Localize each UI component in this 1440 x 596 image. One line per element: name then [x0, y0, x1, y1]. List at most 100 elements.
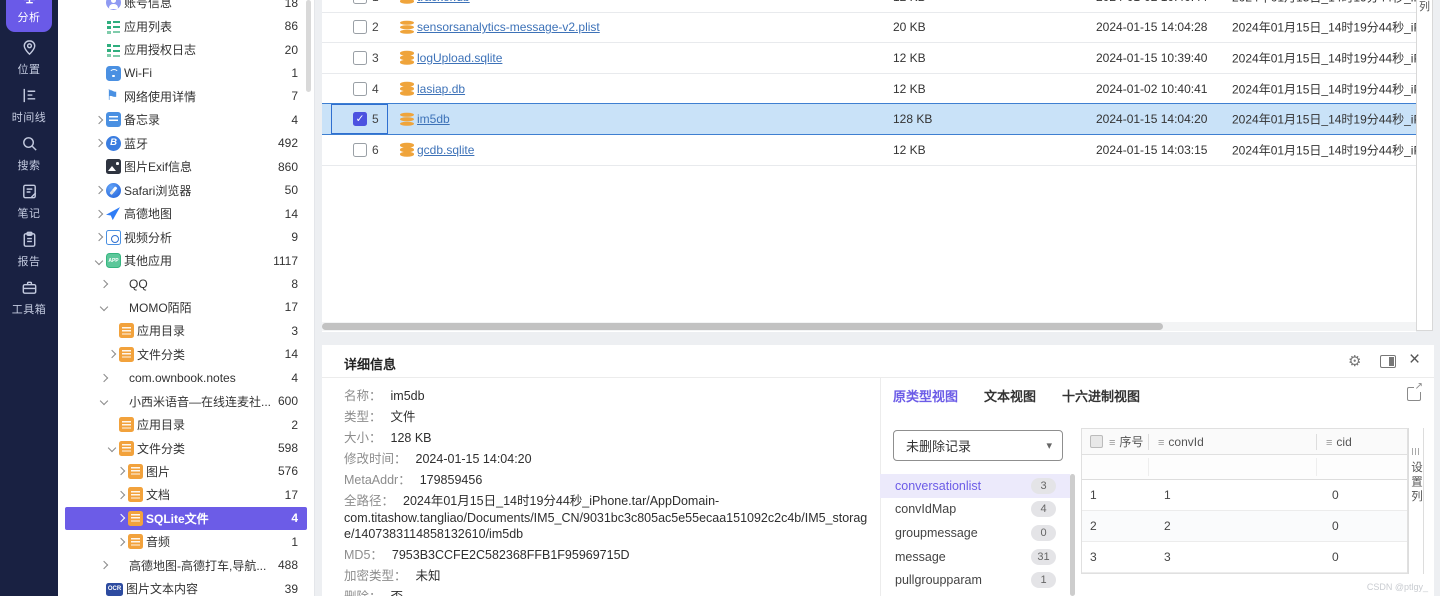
tree-item[interactable]: 图片文本内容 39 — [65, 577, 307, 596]
row-checkbox[interactable] — [353, 112, 367, 127]
column-settings-tab[interactable]: 设置列 — [1408, 428, 1424, 574]
viewer-tab[interactable]: 文本视图 — [984, 386, 1036, 405]
tree-item[interactable]: 图片 576 — [65, 460, 307, 483]
tree-item[interactable]: QQ 8 — [65, 272, 307, 295]
tree-item[interactable]: MOMO陌陌 17 — [65, 296, 307, 319]
file-link[interactable]: lasiap.db — [417, 82, 465, 96]
expand-arrow-icon[interactable] — [107, 420, 117, 430]
table-list-item[interactable]: groupmessage 0 — [880, 521, 1070, 545]
row-checkbox[interactable] — [353, 20, 367, 35]
expand-arrow-icon[interactable] — [94, 162, 104, 172]
expand-arrow-icon[interactable] — [94, 185, 104, 195]
expand-arrow-icon[interactable] — [94, 45, 104, 55]
expand-arrow-icon[interactable] — [99, 279, 109, 289]
file-row[interactable]: 4 lasiap.db 12 KB 2024-01-02 10:40:41 20… — [322, 74, 1416, 105]
tree-item[interactable]: SQLite文件 4 — [65, 506, 307, 531]
file-row[interactable]: 3 logUpload.sqlite 12 KB 2024-01-15 10:3… — [322, 43, 1416, 74]
sidebar-item-location[interactable]: 位置 — [0, 38, 58, 77]
expand-arrow-icon[interactable] — [94, 21, 104, 31]
expand-arrow-icon[interactable] — [116, 537, 126, 547]
expand-arrow-icon[interactable] — [99, 396, 109, 406]
expand-arrow-icon[interactable] — [94, 138, 104, 148]
expand-arrow-icon[interactable] — [107, 443, 117, 453]
file-link[interactable]: im5db — [417, 112, 450, 126]
grid-column-header[interactable]: ≡ cid — [1326, 429, 1352, 455]
panel-layout-icon[interactable] — [1380, 355, 1396, 368]
file-row[interactable]: 2 sensorsanalytics-message-v2.plist 20 K… — [322, 13, 1416, 44]
tree-item[interactable]: 应用列表 86 — [65, 14, 307, 37]
grid-row[interactable]: 2 2 0 — [1082, 511, 1407, 542]
tree-item[interactable]: 应用目录 3 — [65, 319, 307, 342]
grid-filter-row[interactable] — [1082, 455, 1407, 480]
sidebar-item-timeline[interactable]: 时间线 — [0, 86, 58, 125]
row-checkbox[interactable] — [353, 81, 367, 96]
viewer-tab[interactable]: 原类型视图 — [893, 386, 958, 405]
sidebar-item-notes[interactable]: 笔记 — [0, 182, 58, 221]
expand-arrow-icon[interactable] — [99, 560, 109, 570]
row-checkbox[interactable] — [353, 142, 367, 157]
expand-arrow-icon[interactable] — [94, 232, 104, 242]
tree-item[interactable]: 备忘录 4 — [65, 108, 307, 131]
sidebar-item-report[interactable]: 报告 — [0, 230, 58, 269]
expand-arrow-icon[interactable] — [107, 349, 117, 359]
expand-arrow-icon[interactable] — [99, 373, 109, 383]
expand-arrow-icon[interactable] — [94, 209, 104, 219]
table-list-item[interactable]: conversationlist 3 — [880, 474, 1070, 498]
tree-item[interactable]: 账号信息 18 — [65, 0, 307, 14]
open-external-icon[interactable]: ↗ — [1407, 381, 1424, 401]
expand-arrow-icon[interactable] — [94, 91, 104, 101]
expand-arrow-icon[interactable] — [116, 466, 126, 476]
expand-arrow-icon[interactable] — [94, 68, 104, 78]
expand-arrow-icon[interactable] — [94, 0, 104, 8]
file-link[interactable]: gcdb.sqlite — [417, 143, 474, 157]
tree-item[interactable]: 高德地图 14 — [65, 202, 307, 225]
tree-item[interactable]: 文档 17 — [65, 483, 307, 506]
table-list-item[interactable]: convIdMap 4 — [880, 498, 1070, 522]
tree-item[interactable]: Safari浏览器 50 — [65, 179, 307, 202]
tree-item[interactable]: 其他应用 1117 — [65, 249, 307, 272]
viewer-tab[interactable]: 十六进制视图 — [1062, 386, 1140, 405]
horizontal-scrollbar-thumb[interactable] — [322, 323, 1163, 330]
record-filter-dropdown[interactable]: 未删除记录 ▾ — [893, 430, 1063, 461]
expand-arrow-icon[interactable] — [94, 115, 104, 125]
file-link[interactable]: tracker.db — [417, 0, 470, 4]
tree-scrollbar[interactable] — [306, 0, 311, 92]
select-all-checkbox[interactable] — [1090, 435, 1103, 448]
file-link[interactable]: sensorsanalytics-message-v2.plist — [417, 20, 600, 34]
expand-arrow-icon[interactable] — [116, 490, 126, 500]
grid-row[interactable]: 3 3 0 — [1082, 542, 1407, 573]
table-list-scrollbar[interactable] — [1070, 474, 1075, 596]
tree-item[interactable]: 蓝牙 492 — [65, 132, 307, 155]
tree-item[interactable]: 小西米语音—在线连麦社... 600 — [65, 389, 307, 412]
tree-item[interactable]: 网络使用详情 7 — [65, 85, 307, 108]
tree-item[interactable]: 视频分析 9 — [65, 225, 307, 248]
file-row[interactable]: 5 im5db 128 KB 2024-01-15 14:04:20 2024年… — [322, 104, 1416, 135]
expand-arrow-icon[interactable] — [94, 256, 104, 266]
horizontal-scrollbar[interactable] — [322, 322, 1416, 331]
table-list-item[interactable]: pullgroupparam 1 — [880, 568, 1070, 592]
tree-item[interactable]: 音频 1 — [65, 530, 307, 553]
file-row[interactable]: 1 tracker.db 12 KB 2024-01-02 10:40:44 2… — [322, 0, 1416, 13]
tree-item[interactable]: 应用授权日志 20 — [65, 38, 307, 61]
table-list-item[interactable]: message 31 — [880, 545, 1070, 569]
tree-item[interactable]: 图片Exif信息 860 — [65, 155, 307, 178]
tree-item[interactable]: 文件分类 598 — [65, 436, 307, 459]
sidebar-item-analysis[interactable]: 分析 — [6, 0, 52, 32]
grid-column-header[interactable]: ≡ 序号 — [1109, 429, 1143, 455]
sidebar-item-toolbox[interactable]: 工具箱 — [0, 278, 58, 317]
column-settings-tab-top[interactable]: 列 — [1416, 0, 1433, 331]
row-checkbox[interactable] — [353, 50, 367, 65]
close-icon[interactable]: × — [1409, 349, 1420, 371]
row-checkbox[interactable] — [353, 0, 367, 4]
expand-arrow-icon[interactable] — [99, 302, 109, 312]
tree-item[interactable]: 高德地图-高德打车,导航... 488 — [65, 554, 307, 577]
sidebar-item-search[interactable]: 搜索 — [0, 134, 58, 173]
tree-item[interactable]: 文件分类 14 — [65, 343, 307, 366]
expand-arrow-icon[interactable] — [94, 584, 104, 594]
file-link[interactable]: logUpload.sqlite — [417, 51, 502, 65]
grid-row[interactable]: 1 1 0 — [1082, 480, 1407, 511]
expand-arrow-icon[interactable] — [107, 326, 117, 336]
tree-item[interactable]: com.ownbook.notes 4 — [65, 366, 307, 389]
file-row[interactable]: 6 gcdb.sqlite 12 KB 2024-01-15 14:03:15 … — [322, 135, 1416, 166]
tree-item[interactable]: Wi-Fi 1 — [65, 61, 307, 84]
